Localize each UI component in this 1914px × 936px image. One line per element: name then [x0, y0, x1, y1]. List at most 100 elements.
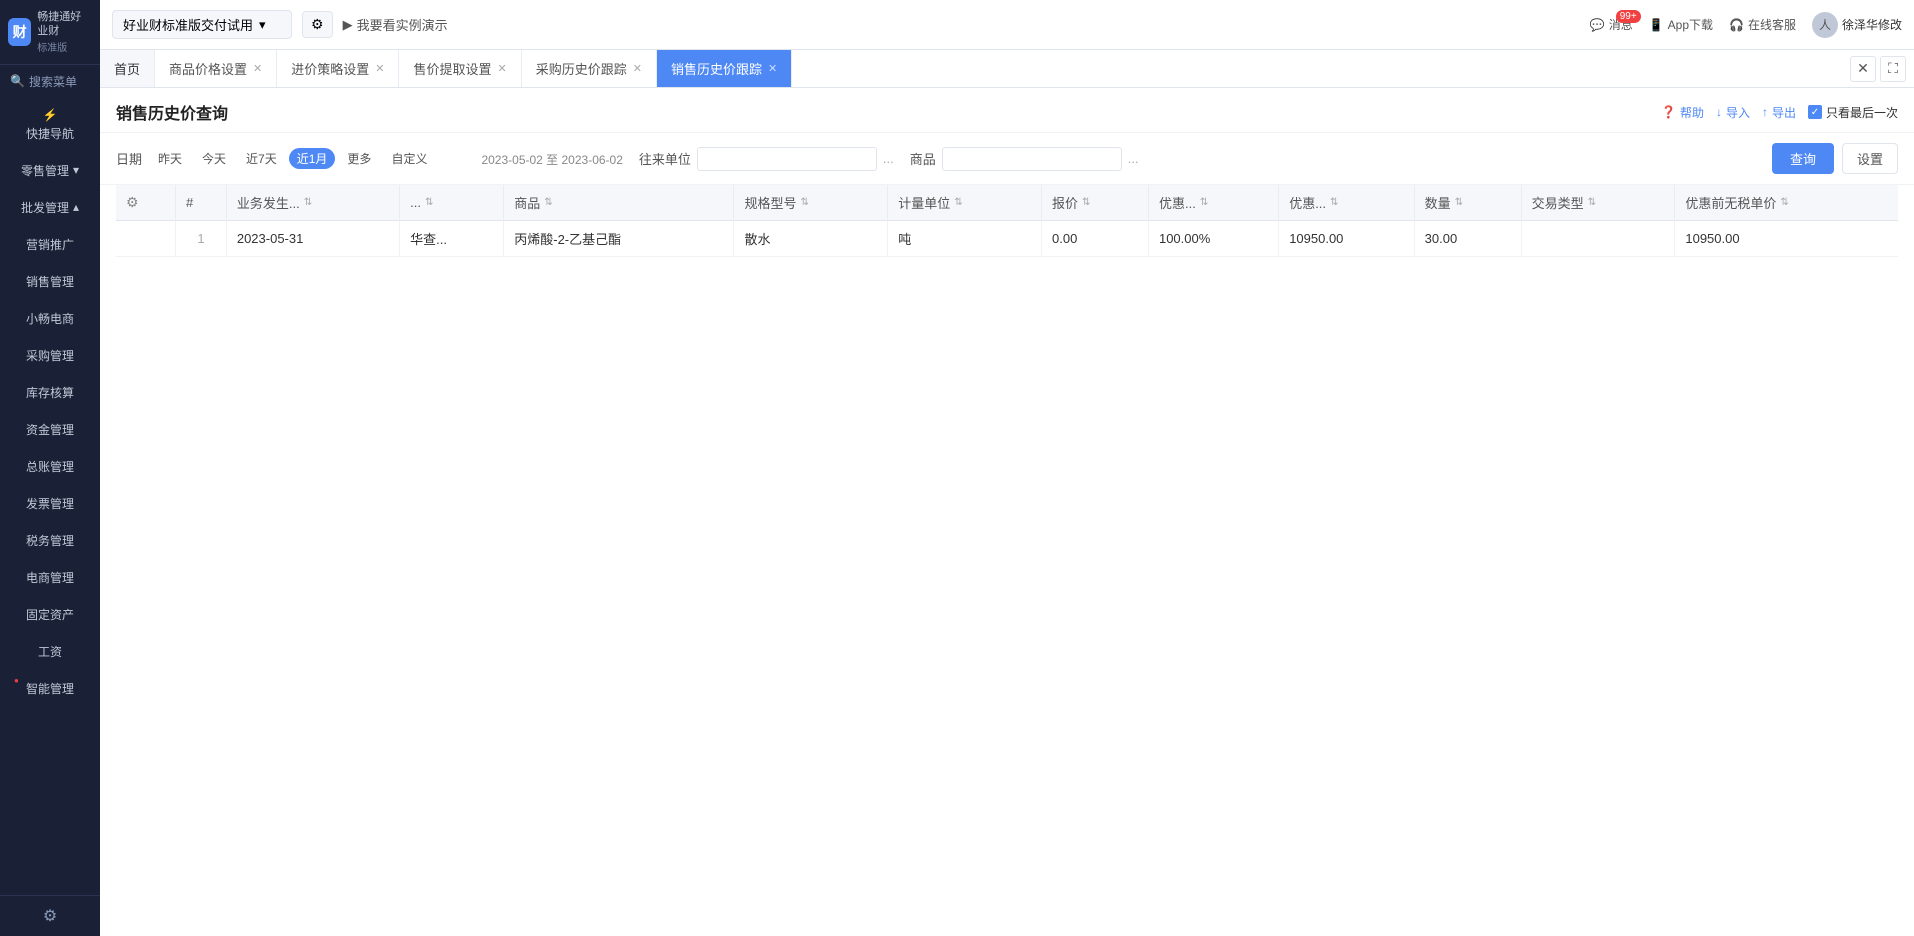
- col-discount2[interactable]: 优惠... ⇅: [1279, 185, 1414, 221]
- header-settings-btn[interactable]: ⚙: [302, 11, 333, 38]
- date-chip-custom[interactable]: 自定义: [383, 148, 435, 169]
- demo-link[interactable]: ▶ 我要看实例演示: [343, 15, 448, 34]
- settings-icon[interactable]: ⚙: [126, 194, 139, 210]
- sidebar-bottom: ⚙: [0, 895, 100, 936]
- sort-icon: ⇅: [304, 197, 312, 208]
- tab-home[interactable]: 首页: [100, 50, 155, 88]
- tab-close-window-btn[interactable]: ✕: [1850, 56, 1876, 82]
- filter-actions: 查询 设置: [1772, 143, 1898, 174]
- tab-close-icon[interactable]: ✕: [253, 62, 262, 75]
- app-download-btn[interactable]: 📱 App下载: [1649, 16, 1713, 33]
- date-label: 日期: [116, 149, 142, 168]
- date-chip-yesterday[interactable]: 昨天: [150, 148, 190, 169]
- col-product[interactable]: 商品 ⇅: [504, 185, 734, 221]
- col-transaction-type-label: 交易类型: [1532, 193, 1584, 212]
- online-service-btn[interactable]: 🎧 在线客服: [1729, 16, 1796, 33]
- col-settings[interactable]: ⚙: [116, 185, 176, 221]
- tab-price-extract[interactable]: 售价提取设置 ✕: [399, 50, 521, 88]
- sidebar-item-retail[interactable]: 零售管理 ▾: [0, 152, 100, 189]
- product-input[interactable]: [942, 147, 1122, 171]
- tab-bar-actions: ✕ ⛶: [1842, 56, 1914, 82]
- message-icon: 💬: [1590, 18, 1605, 32]
- tab-close-icon[interactable]: ✕: [498, 62, 507, 75]
- sidebar-item-smart[interactable]: ● 智能管理: [0, 670, 100, 707]
- query-button[interactable]: 查询: [1772, 143, 1834, 174]
- sidebar-quick-nav[interactable]: ⚡ 快捷导航: [0, 98, 100, 152]
- col-spec-label: 规格型号: [744, 193, 796, 212]
- date-chip-7days[interactable]: 近7天: [238, 148, 285, 169]
- sidebar-item-finance[interactable]: 资金管理: [0, 411, 100, 448]
- sidebar-search[interactable]: 🔍 搜索菜单: [0, 65, 100, 98]
- tab-purchase-history[interactable]: 采购历史价跟踪 ✕: [522, 50, 657, 88]
- source-dots-btn[interactable]: ...: [883, 151, 894, 166]
- date-range-text: 2023-05-02 至 2023-06-02: [481, 153, 622, 167]
- col-date[interactable]: 业务发生... ⇅: [226, 185, 399, 221]
- sidebar-item-ecommerce-small[interactable]: 小畅电商: [0, 300, 100, 337]
- col-transaction-type[interactable]: 交易类型 ⇅: [1521, 185, 1675, 221]
- filter-bar: 日期 昨天 今天 近7天 近1月 更多 自定义 2023-05-02 至 202…: [100, 133, 1914, 185]
- tab-close-icon[interactable]: ✕: [375, 62, 384, 75]
- user-profile[interactable]: 人 徐泽华修改: [1812, 12, 1902, 38]
- export-label: 导出: [1772, 104, 1796, 121]
- row-transaction-type: [1521, 221, 1675, 257]
- help-btn[interactable]: ❓ 帮助: [1661, 104, 1704, 121]
- row-product: 丙烯酸-2-乙基己酯: [504, 221, 734, 257]
- tab-product-price[interactable]: 商品价格设置 ✕: [155, 50, 277, 88]
- page-actions: ❓ 帮助 ↓ 导入 ↑ 导出 ✓ 只看最后一次: [1661, 104, 1898, 121]
- tab-product-price-label: 商品价格设置: [169, 59, 247, 78]
- date-chip-1month[interactable]: 近1月: [289, 148, 336, 169]
- sidebar-item-sales[interactable]: 销售管理: [0, 263, 100, 300]
- import-btn[interactable]: ↓ 导入: [1716, 104, 1750, 121]
- main-area: 好业财标准版交付试用 ▾ ⚙ ▶ 我要看实例演示 💬 消息 99+ 📱 App下…: [100, 0, 1914, 936]
- row-settings: [116, 221, 176, 257]
- col-pretax-price[interactable]: 优惠前无税单价 ⇅: [1675, 185, 1898, 221]
- tab-close-icon[interactable]: ✕: [633, 62, 642, 75]
- col-pretax-price-label: 优惠前无税单价: [1685, 193, 1776, 212]
- sidebar-item-tax[interactable]: 税务管理: [0, 522, 100, 559]
- table-row: 1 2023-05-31 华查... 丙烯酸-2-乙基己酯 散水 吨 0.00 …: [116, 221, 1898, 257]
- product-dots-btn[interactable]: ...: [1128, 151, 1139, 166]
- sidebar-item-invoice[interactable]: 发票管理: [0, 485, 100, 522]
- col-product-label: 商品: [514, 193, 540, 212]
- table-body: 1 2023-05-31 华查... 丙烯酸-2-乙基己酯 散水 吨 0.00 …: [116, 221, 1898, 257]
- sidebar-item-fixed-assets[interactable]: 固定资产: [0, 596, 100, 633]
- sidebar-nav: 零售管理 ▾ 批发管理 ▴ 营销推广 销售管理 小畅电商 采购管理 库存核算 资…: [0, 152, 100, 895]
- date-chip-more[interactable]: 更多: [339, 148, 379, 169]
- tab-purchase-history-label: 采购历史价跟踪: [536, 59, 627, 78]
- tab-close-icon[interactable]: ✕: [768, 62, 777, 75]
- message-badge: 99+: [1616, 10, 1641, 23]
- col-3[interactable]: ... ⇅: [400, 185, 504, 221]
- date-chip-today[interactable]: 今天: [194, 148, 234, 169]
- checkbox-icon: ✓: [1808, 105, 1822, 119]
- sidebar-item-inventory[interactable]: 库存核算: [0, 374, 100, 411]
- sidebar-item-wholesale[interactable]: 批发管理 ▴: [0, 189, 100, 226]
- tab-purchase-strategy[interactable]: 进价策略设置 ✕: [277, 50, 399, 88]
- data-table: ⚙ # 业务发生... ⇅ ... ⇅: [116, 185, 1898, 257]
- only-last-checkbox[interactable]: ✓ 只看最后一次: [1808, 104, 1898, 121]
- sidebar-item-ledger[interactable]: 总账管理: [0, 448, 100, 485]
- sidebar-item-purchase[interactable]: 采购管理: [0, 337, 100, 374]
- col-spec[interactable]: 规格型号 ⇅: [734, 185, 888, 221]
- col-discount1[interactable]: 优惠... ⇅: [1148, 185, 1278, 221]
- col-unit[interactable]: 计量单位 ⇅: [888, 185, 1042, 221]
- content-area: 销售历史价查询 ❓ 帮助 ↓ 导入 ↑ 导出 ✓ 只看最后一次: [100, 88, 1914, 936]
- tab-sales-history[interactable]: 销售历史价跟踪 ✕: [657, 50, 792, 88]
- settings-icon[interactable]: ⚙: [43, 906, 57, 926]
- version-selector[interactable]: 好业财标准版交付试用 ▾: [112, 10, 292, 39]
- sort-icon: ⇅: [1330, 197, 1338, 208]
- source-input[interactable]: [697, 147, 877, 171]
- sidebar-item-marketing[interactable]: 营销推广: [0, 226, 100, 263]
- avatar: 人: [1812, 12, 1838, 38]
- export-btn[interactable]: ↑ 导出: [1762, 104, 1796, 121]
- help-icon: ❓: [1661, 105, 1676, 119]
- col-unit-label: 计量单位: [898, 193, 950, 212]
- tab-maximize-btn[interactable]: ⛶: [1880, 56, 1906, 82]
- product-label: 商品: [910, 149, 936, 168]
- col-quantity[interactable]: 数量 ⇅: [1414, 185, 1521, 221]
- settings-button[interactable]: 设置: [1842, 143, 1898, 174]
- message-btn[interactable]: 💬 消息 99+: [1590, 16, 1633, 33]
- sidebar-item-ecommerce[interactable]: 电商管理: [0, 559, 100, 596]
- sidebar-item-payroll[interactable]: 工资: [0, 633, 100, 670]
- col-price[interactable]: 报价 ⇅: [1042, 185, 1149, 221]
- service-icon: 🎧: [1729, 18, 1744, 32]
